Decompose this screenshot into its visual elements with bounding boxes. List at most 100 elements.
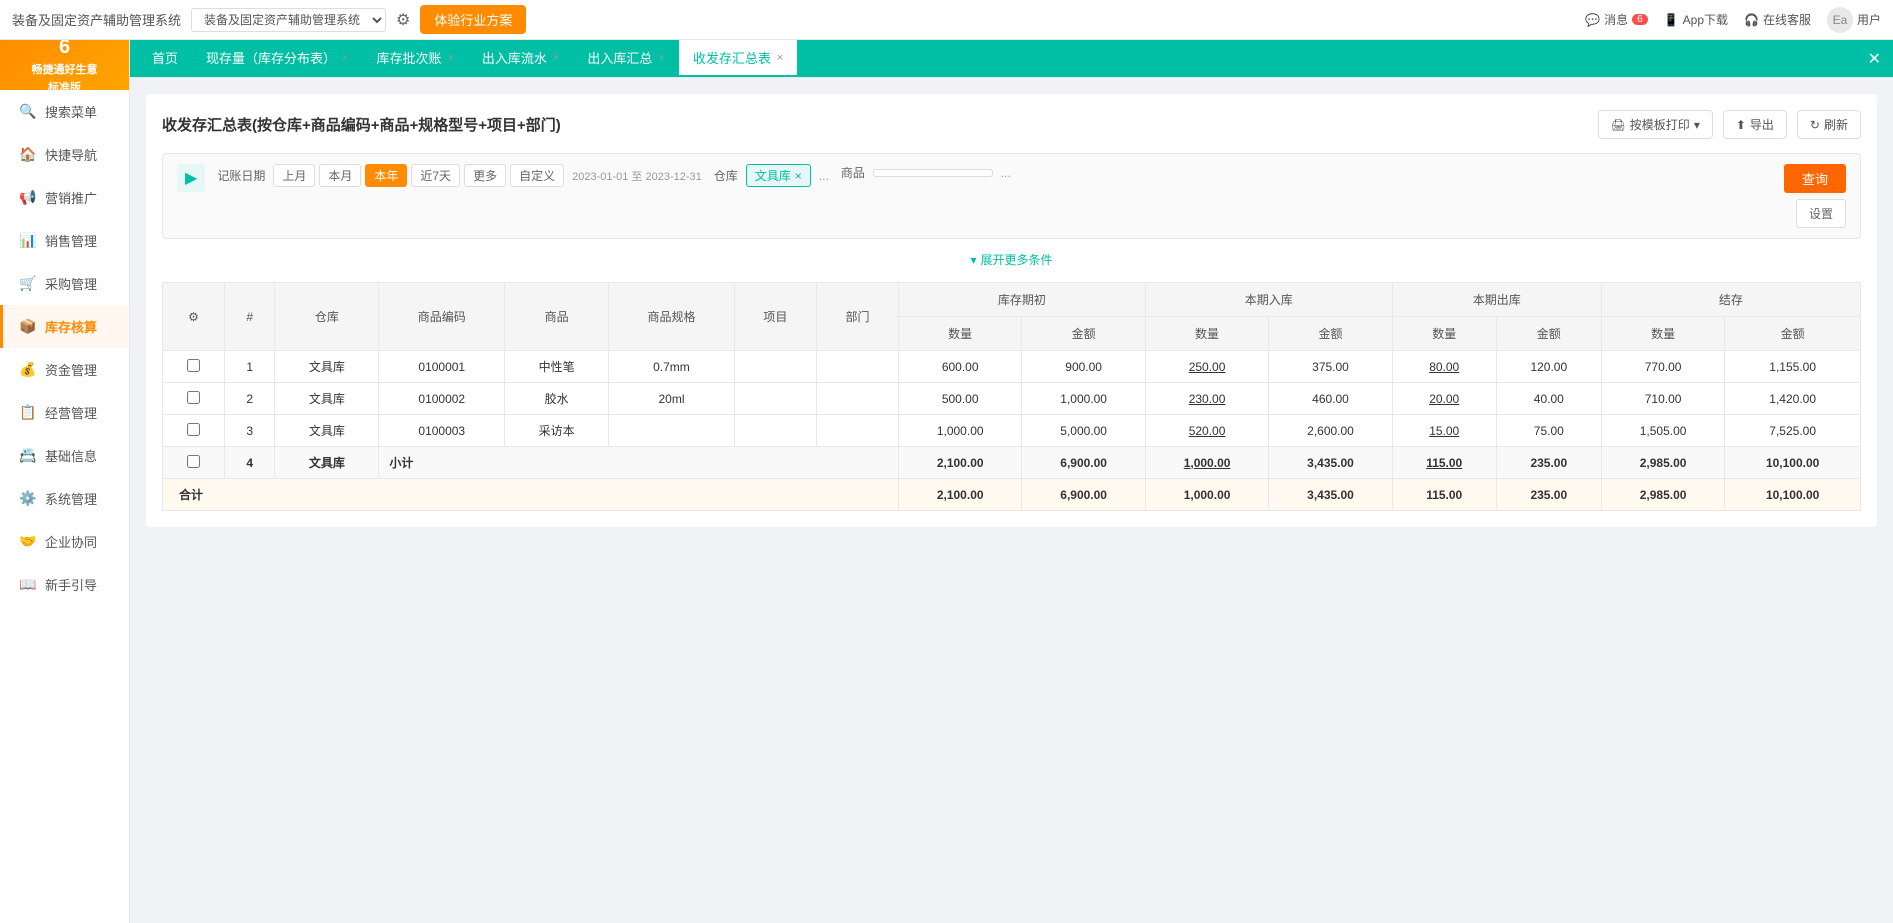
sidebar-item-basic[interactable]: 📇 基础信息 — [0, 434, 129, 477]
date-btn-more[interactable]: 更多 — [464, 164, 506, 187]
warehouse-more[interactable]: ... — [819, 169, 829, 183]
date-btn-this-year[interactable]: 本年 — [365, 164, 407, 187]
row-warehouse: 文具库 — [275, 415, 379, 447]
warehouse-tag[interactable]: 文具库 × — [746, 164, 811, 187]
experience-button[interactable]: 体验行业方案 — [420, 5, 526, 34]
online-service-item[interactable]: 🎧 在线客服 — [1744, 11, 1811, 28]
date-filter-label: 记账日期 — [217, 167, 265, 184]
marketing-icon: 📢 — [19, 189, 37, 206]
sidebar-label-quick-nav: 快捷导航 — [45, 145, 97, 164]
th-project: 项目 — [734, 283, 816, 351]
subtotal-in-qty[interactable]: 1,000.00 — [1145, 447, 1268, 479]
row-out-qty[interactable]: 80.00 — [1392, 351, 1496, 383]
tab-receive-summary[interactable]: 收发存汇总表 × — [679, 40, 797, 77]
row-warehouse: 文具库 — [275, 351, 379, 383]
row-out-qty[interactable]: 15.00 — [1392, 415, 1496, 447]
top-bar-left: 装备及固定资产辅助管理系统 装备及固定资产辅助管理系统 ⚙ 体验行业方案 — [12, 5, 526, 34]
warehouse-tag-remove[interactable]: × — [795, 169, 802, 183]
export-button[interactable]: ⬆ 导出 — [1723, 110, 1787, 139]
date-btn-last-month[interactable]: 上月 — [273, 164, 315, 187]
row-in-qty[interactable]: 230.00 — [1145, 383, 1268, 415]
tab-inventory-dist-label: 现存量（库存分布表） — [206, 48, 336, 67]
tab-batch[interactable]: 库存批次账 × — [362, 40, 467, 77]
row-in-qty[interactable]: 520.00 — [1145, 415, 1268, 447]
print-icon: 🖨 — [1611, 118, 1626, 132]
row-checkbox[interactable] — [163, 415, 225, 447]
total-in-amt: 3,435.00 — [1269, 479, 1392, 511]
subtotal-label: 小计 — [379, 447, 899, 479]
date-btn-this-month[interactable]: 本月 — [319, 164, 361, 187]
tab-inout-summary-close[interactable]: × — [658, 52, 664, 64]
sidebar-item-enterprise[interactable]: 🤝 企业协同 — [0, 520, 129, 563]
subtotal-checkbox[interactable] — [163, 447, 225, 479]
print-button[interactable]: 🖨 按模板打印 ▾ — [1598, 110, 1713, 139]
app-logo: 6 畅捷通好生意 标准版 — [0, 40, 129, 90]
date-btn-custom[interactable]: 自定义 — [510, 164, 564, 187]
search-icon: 🔍 — [19, 103, 37, 120]
row-closing-amt: 1,155.00 — [1725, 351, 1861, 383]
row-checkbox[interactable] — [163, 351, 225, 383]
system-selector[interactable]: 装备及固定资产辅助管理系统 — [191, 8, 386, 32]
expand-more-btn[interactable]: ▾ 展开更多条件 — [162, 245, 1861, 274]
row-closing-qty: 710.00 — [1601, 383, 1724, 415]
th-in-qty: 数量 — [1145, 317, 1268, 351]
sidebar-label-purchase: 采购管理 — [45, 274, 97, 293]
subtotal-out-qty[interactable]: 115.00 — [1392, 447, 1496, 479]
settings-button[interactable]: 设置 — [1796, 199, 1846, 228]
goods-more[interactable]: ... — [1001, 166, 1011, 180]
row-out-qty[interactable]: 20.00 — [1392, 383, 1496, 415]
purchase-icon: 🛒 — [19, 275, 37, 292]
sidebar-item-quick-nav[interactable]: 🏠 快捷导航 — [0, 133, 129, 176]
row-in-qty[interactable]: 250.00 — [1145, 351, 1268, 383]
goods-input[interactable] — [873, 169, 993, 177]
sidebar-item-system[interactable]: ⚙️ 系统管理 — [0, 477, 129, 520]
date-btn-7days[interactable]: 近7天 — [411, 164, 460, 187]
tab-batch-close[interactable]: × — [447, 52, 453, 64]
subtotal-in-amt: 3,435.00 — [1269, 447, 1392, 479]
sidebar-item-search[interactable]: 🔍 搜索菜单 — [0, 90, 129, 133]
tab-inout-summary[interactable]: 出入库汇总 × — [573, 40, 678, 77]
tab-flow-close[interactable]: × — [553, 52, 559, 64]
th-closing: 结存 — [1601, 283, 1860, 317]
row-out-amt: 120.00 — [1496, 351, 1601, 383]
app-download-item[interactable]: 📱 App下载 — [1664, 11, 1728, 28]
settings-icon[interactable]: ⚙ — [396, 10, 410, 30]
tab-flow[interactable]: 出入库流水 × — [468, 40, 573, 77]
total-label: 合计 — [163, 479, 899, 511]
warehouse-filter-group: 仓库 文具库 × ... — [714, 164, 829, 187]
tab-close-all[interactable]: ✕ — [1864, 45, 1885, 73]
tab-inventory-dist[interactable]: 现存量（库存分布表） × — [192, 40, 362, 77]
sidebar-item-operations[interactable]: 📋 经营管理 — [0, 391, 129, 434]
row-checkbox[interactable] — [163, 383, 225, 415]
enterprise-icon: 🤝 — [19, 533, 37, 550]
sidebar-label-finance: 资金管理 — [45, 360, 97, 379]
row-goods-code: 0100001 — [379, 351, 505, 383]
sidebar-item-purchase[interactable]: 🛒 采购管理 — [0, 262, 129, 305]
th-settings[interactable]: ⚙ — [163, 283, 225, 351]
user-item[interactable]: Ea 用户 — [1827, 7, 1881, 33]
sidebar-item-newbie[interactable]: 📖 新手引导 — [0, 563, 129, 606]
sidebar-item-marketing[interactable]: 📢 营销推广 — [0, 176, 129, 219]
expand-label: 展开更多条件 — [981, 251, 1053, 268]
refresh-button[interactable]: ↻ 刷新 — [1797, 110, 1861, 139]
page-title: 收发存汇总表(按仓库+商品编码+商品+规格型号+项目+部门) — [162, 114, 561, 135]
headset-icon: 🎧 — [1744, 13, 1759, 27]
th-goods-spec: 商品规格 — [609, 283, 735, 351]
tab-home[interactable]: 首页 — [138, 40, 192, 77]
sidebar-item-finance[interactable]: 💰 资金管理 — [0, 348, 129, 391]
sidebar-label-operations: 经营管理 — [45, 403, 97, 422]
filter-collapse-btn[interactable]: ▶ — [177, 164, 205, 192]
sidebar-label-basic: 基础信息 — [45, 446, 97, 465]
content-area: 首页 现存量（库存分布表） × 库存批次账 × 出入库流水 × 出入库汇总 × — [130, 40, 1893, 923]
sidebar-item-sales[interactable]: 📊 销售管理 — [0, 219, 129, 262]
tab-inventory-dist-close[interactable]: × — [342, 52, 348, 64]
row-opening-qty: 600.00 — [898, 351, 1021, 383]
query-button[interactable]: 查询 — [1784, 164, 1846, 193]
row-out-amt: 75.00 — [1496, 415, 1601, 447]
tab-receive-summary-close[interactable]: × — [777, 52, 783, 64]
row-opening-amt: 900.00 — [1022, 351, 1145, 383]
sidebar-item-inventory[interactable]: 📦 库存核算 — [0, 305, 129, 348]
messages-item[interactable]: 💬 消息 6 — [1585, 11, 1648, 28]
sidebar-label-sales: 销售管理 — [45, 231, 97, 250]
page-card: 收发存汇总表(按仓库+商品编码+商品+规格型号+项目+部门) 🖨 按模板打印 ▾… — [146, 94, 1877, 527]
